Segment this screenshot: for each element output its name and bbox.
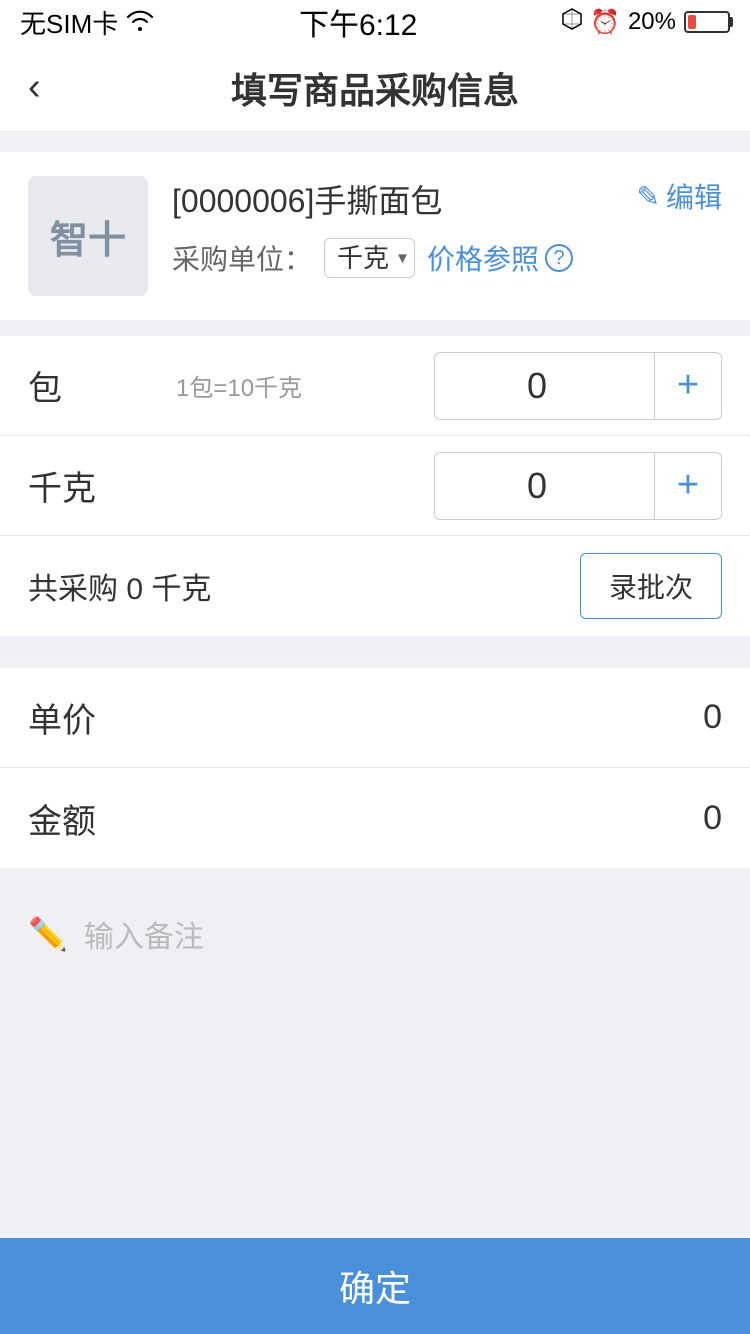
- bag-plus-button[interactable]: +: [654, 352, 722, 420]
- status-bar: 无SIM卡 下午6:12 ⏰ 20%: [0, 0, 750, 44]
- note-section[interactable]: ✏️ 输入备注: [0, 884, 750, 984]
- bag-sublabel: 1包=10千克: [176, 368, 302, 403]
- confirm-button[interactable]: 确定: [0, 1238, 750, 1334]
- batch-button[interactable]: 录批次: [580, 553, 722, 619]
- amount-value: 0: [703, 799, 722, 838]
- info-icon: ?: [545, 244, 573, 272]
- price-ref-label: 价格参照: [427, 238, 539, 278]
- bag-qty-wrapper: +: [434, 352, 722, 420]
- section-divider-2: [0, 636, 750, 652]
- wifi-icon: [126, 7, 154, 38]
- unit-select-wrapper[interactable]: 千克 ▾: [324, 238, 415, 278]
- pencil-icon: ✏️: [28, 915, 68, 953]
- battery-icon: [684, 11, 730, 33]
- status-bar-right: ⏰ 20%: [562, 8, 730, 37]
- total-label: 共采购 0 千克: [28, 564, 211, 608]
- bag-qty-input[interactable]: [434, 352, 654, 420]
- unit-price-value: 0: [703, 698, 722, 737]
- unit-price-row: 单价 0: [0, 668, 750, 768]
- nav-bar: ‹ 填写商品采购信息: [0, 44, 750, 132]
- status-bar-left: 无SIM卡: [20, 4, 154, 41]
- unit-prefix-label: 采购单位：: [172, 238, 312, 278]
- kg-label: 千克: [28, 461, 168, 510]
- unit-select[interactable]: 千克: [324, 238, 415, 278]
- section-divider-1: [0, 320, 750, 336]
- bag-input-row: 包 1包=10千克 +: [0, 336, 750, 436]
- total-row: 共采购 0 千克 录批次: [0, 536, 750, 636]
- unit-price-label: 单价: [28, 693, 96, 742]
- kg-input-row: 千克 +: [0, 436, 750, 536]
- product-unit-row: 采购单位： 千克 ▾ 价格参照 ?: [172, 238, 722, 278]
- edit-button[interactable]: ✎ 编辑: [637, 176, 722, 216]
- amount-label: 金额: [28, 794, 96, 843]
- product-image: 智十: [28, 176, 148, 296]
- price-section: 单价 0 金额 0: [0, 668, 750, 868]
- product-card: 智十 [0000006]手撕面包 采购单位： 千克 ▾ 价格参照 ? ✎ 编辑: [0, 152, 750, 320]
- amount-row: 金额 0: [0, 768, 750, 868]
- bag-label: 包: [28, 361, 168, 410]
- edit-label: 编辑: [666, 176, 722, 216]
- input-section: 包 1包=10千克 + 千克 +: [0, 336, 750, 536]
- note-placeholder: 输入备注: [84, 912, 204, 956]
- edit-icon: ✎: [637, 180, 660, 213]
- location-icon: [562, 8, 582, 37]
- kg-qty-input[interactable]: [434, 452, 654, 520]
- status-bar-time: 下午6:12: [299, 0, 417, 44]
- kg-plus-button[interactable]: +: [654, 452, 722, 520]
- back-button[interactable]: ‹: [28, 66, 41, 109]
- product-logo: 智十: [50, 209, 126, 264]
- kg-qty-wrapper: +: [434, 452, 722, 520]
- battery-percent: 20%: [628, 8, 676, 36]
- price-ref-button[interactable]: 价格参照 ?: [427, 238, 573, 278]
- carrier-text: 无SIM卡: [20, 4, 118, 41]
- alarm-icon: ⏰: [590, 8, 620, 37]
- page-title: 填写商品采购信息: [231, 62, 519, 114]
